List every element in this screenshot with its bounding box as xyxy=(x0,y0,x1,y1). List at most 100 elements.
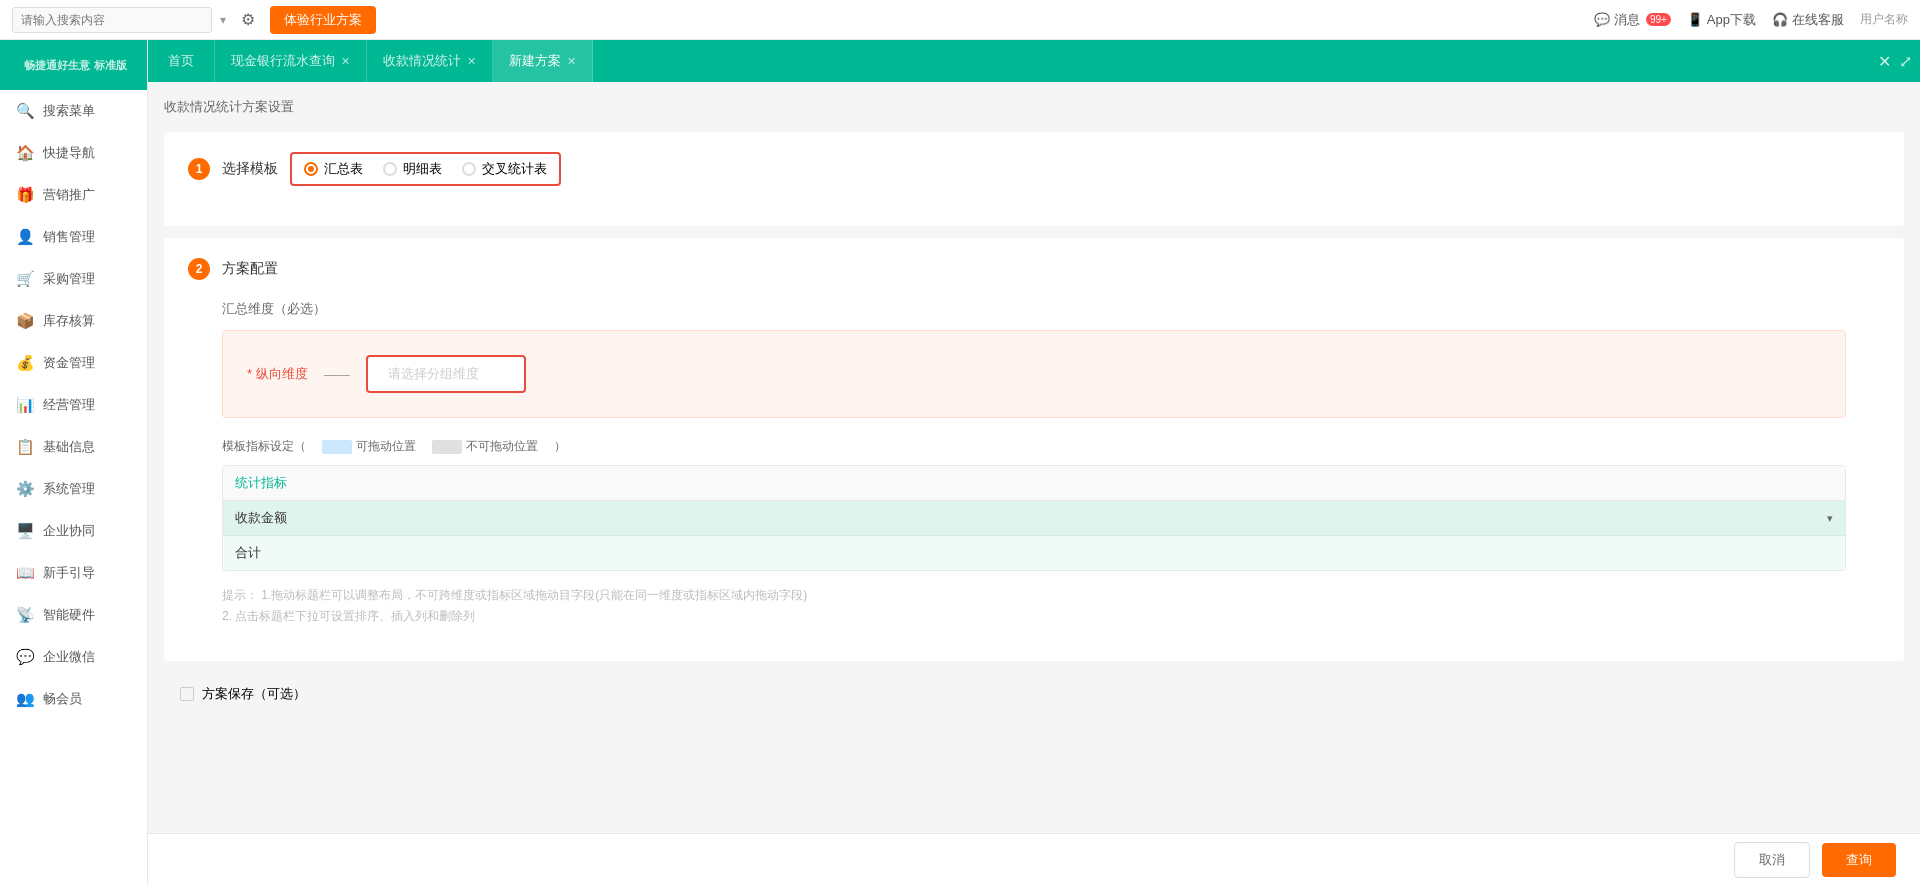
maximize-icon[interactable]: ⤢ xyxy=(1899,52,1912,71)
save-section: 方案保存（可选） xyxy=(164,673,1904,715)
sidebar-item-search[interactable]: 🔍 搜索菜单 xyxy=(0,90,147,132)
sidebar-item-nav[interactable]: 🏠 快捷导航 xyxy=(0,132,147,174)
metrics-section: 模板指标设定（ 可拖动位置 不可拖动位置 ） 统计指标 xyxy=(222,438,1846,571)
tab-cashflow-label: 现金银行流水查询 xyxy=(231,52,335,70)
dimension-arrow: —— xyxy=(324,367,350,382)
logo-text: 畅捷通好生意 xyxy=(24,58,90,73)
save-checkbox[interactable] xyxy=(180,687,194,701)
draggable-label: 可拖动位置 xyxy=(356,438,416,455)
sidebar-item-sales[interactable]: 👤 销售管理 xyxy=(0,216,147,258)
sidebar-item-inventory[interactable]: 📦 库存核算 xyxy=(0,300,147,342)
sidebar-item-wechat[interactable]: 💬 企业微信 xyxy=(0,636,147,678)
sidebar-item-basic[interactable]: 📋 基础信息 xyxy=(0,426,147,468)
message-label: 消息 xyxy=(1614,11,1640,29)
sidebar-label-basic: 基础信息 xyxy=(43,438,95,456)
sidebar-label-marketing: 营销推广 xyxy=(43,186,95,204)
step1-num: 1 xyxy=(188,158,210,180)
user-icon: 👤 xyxy=(16,228,35,246)
clipboard-icon: 📋 xyxy=(16,438,35,456)
sidebar: 畅捷通好生意 标准版 🔍 搜索菜单 🏠 快捷导航 🎁 营销推广 👤 销售管理 🛒… xyxy=(0,40,148,885)
radio-crosstab[interactable]: 交叉统计表 xyxy=(462,160,547,178)
tab-home[interactable]: 首页 xyxy=(148,40,215,82)
metrics-subtotal-label: 合计 xyxy=(235,545,261,560)
sidebar-label-collab: 企业协同 xyxy=(43,522,95,540)
sidebar-label-hardware: 智能硬件 xyxy=(43,606,95,624)
radio-summary[interactable]: 汇总表 xyxy=(304,160,363,178)
search-input[interactable] xyxy=(12,7,212,33)
top-bar-right: 💬 消息 99+ 📱 App下载 🎧 在线客服 用户名称 xyxy=(1594,11,1908,29)
monitor-icon: 🖥️ xyxy=(16,522,35,540)
sidebar-logo: 畅捷通好生意 标准版 xyxy=(0,40,147,90)
step2-card: 2 方案配置 汇总维度（必选） * 纵向维度 —— 请选择分组维度 xyxy=(164,238,1904,661)
sidebar-label-management: 经营管理 xyxy=(43,396,95,414)
sidebar-label-sales: 销售管理 xyxy=(43,228,95,246)
service-item[interactable]: 🎧 在线客服 xyxy=(1772,11,1844,29)
dimension-select[interactable]: 请选择分组维度 xyxy=(366,355,526,393)
template-options-border: 汇总表 明细表 交叉统计表 xyxy=(290,152,561,186)
gear-icon[interactable]: ⚙ xyxy=(234,6,262,34)
save-label: 方案保存（可选） xyxy=(202,685,306,703)
top-bar: ▾ ⚙ 体验行业方案 💬 消息 99+ 📱 App下载 🎧 在线客服 用户名称 xyxy=(0,0,1920,40)
fixed-tag: 不可拖动位置 xyxy=(432,438,538,455)
close-icon[interactable]: ✕ xyxy=(567,55,576,68)
cancel-button[interactable]: 取消 xyxy=(1734,842,1810,878)
draggable-icon xyxy=(322,440,352,454)
draggable-tag: 可拖动位置 xyxy=(322,438,416,455)
sidebar-item-member[interactable]: 👥 畅会员 xyxy=(0,678,147,720)
dropdown-arrow-icon[interactable]: ▾ xyxy=(220,13,226,27)
download-icon: 📱 xyxy=(1687,12,1703,27)
dimension-placeholder: 请选择分组维度 xyxy=(388,366,479,381)
metrics-subtotal: 合计 xyxy=(223,536,1845,570)
dimension-section-label: 汇总维度（必选） xyxy=(222,300,1880,318)
sidebar-item-collab[interactable]: 🖥️ 企业协同 xyxy=(0,510,147,552)
sidebar-item-purchase[interactable]: 🛒 采购管理 xyxy=(0,258,147,300)
box-icon: 📦 xyxy=(16,312,35,330)
dimension-area: * 纵向维度 —— 请选择分组维度 xyxy=(222,330,1846,418)
main-layout: 畅捷通好生意 标准版 🔍 搜索菜单 🏠 快捷导航 🎁 营销推广 👤 销售管理 🛒… xyxy=(0,40,1920,885)
window-close-icon[interactable]: ✕ xyxy=(1878,52,1891,71)
industry-button[interactable]: 体验行业方案 xyxy=(270,6,376,34)
user-info: 用户名称 xyxy=(1860,11,1908,28)
sidebar-label-search: 搜索菜单 xyxy=(43,102,95,120)
service-icon: 🎧 xyxy=(1772,12,1788,27)
sidebar-item-hardware[interactable]: 📡 智能硬件 xyxy=(0,594,147,636)
sidebar-item-management[interactable]: 📊 经营管理 xyxy=(0,384,147,426)
tab-newplan-label: 新建方案 xyxy=(509,52,561,70)
metrics-close: ） xyxy=(554,438,566,455)
bottom-bar: 取消 查询 xyxy=(148,833,1920,885)
radio-crosstab-circle xyxy=(462,162,476,176)
message-item[interactable]: 💬 消息 99+ xyxy=(1594,11,1671,29)
sidebar-item-system[interactable]: ⚙️ 系统管理 xyxy=(0,468,147,510)
tab-home-label: 首页 xyxy=(168,52,194,70)
dimension-row: * 纵向维度 —— 请选择分组维度 xyxy=(247,355,1821,393)
sidebar-item-marketing[interactable]: 🎁 营销推广 xyxy=(0,174,147,216)
radio-detail[interactable]: 明细表 xyxy=(383,160,442,178)
close-icon[interactable]: ✕ xyxy=(467,55,476,68)
tab-bar: 首页 现金银行流水查询 ✕ 收款情况统计 ✕ 新建方案 ✕ ✕ ⤢ xyxy=(148,40,1920,82)
radio-summary-label: 汇总表 xyxy=(324,160,363,178)
members-icon: 👥 xyxy=(16,690,35,708)
page-title: 收款情况统计方案设置 xyxy=(164,98,1904,116)
search-icon: 🔍 xyxy=(16,102,35,120)
download-item[interactable]: 📱 App下载 xyxy=(1687,11,1756,29)
hardware-icon: 📡 xyxy=(16,606,35,624)
chevron-down-icon[interactable]: ▾ xyxy=(1827,512,1833,525)
home-icon: 🏠 xyxy=(16,144,35,162)
cart-icon: 🛒 xyxy=(16,270,35,288)
sidebar-label-purchase: 采购管理 xyxy=(43,270,95,288)
radio-summary-circle xyxy=(304,162,318,176)
message-badge: 99+ xyxy=(1646,13,1671,26)
step2-num: 2 xyxy=(188,258,210,280)
sidebar-item-guide[interactable]: 📖 新手引导 xyxy=(0,552,147,594)
query-button[interactable]: 查询 xyxy=(1822,843,1896,877)
sidebar-label-system: 系统管理 xyxy=(43,480,95,498)
sidebar-label-nav: 快捷导航 xyxy=(43,144,95,162)
metrics-table-header: 统计指标 xyxy=(223,466,1845,501)
tab-newplan[interactable]: 新建方案 ✕ xyxy=(493,40,593,82)
book-icon: 📖 xyxy=(16,564,35,582)
tab-receipt[interactable]: 收款情况统计 ✕ xyxy=(367,40,493,82)
close-icon[interactable]: ✕ xyxy=(341,55,350,68)
sidebar-item-finance[interactable]: 💰 资金管理 xyxy=(0,342,147,384)
tab-cashflow[interactable]: 现金银行流水查询 ✕ xyxy=(215,40,367,82)
vertical-dimension-label: * 纵向维度 xyxy=(247,365,308,383)
